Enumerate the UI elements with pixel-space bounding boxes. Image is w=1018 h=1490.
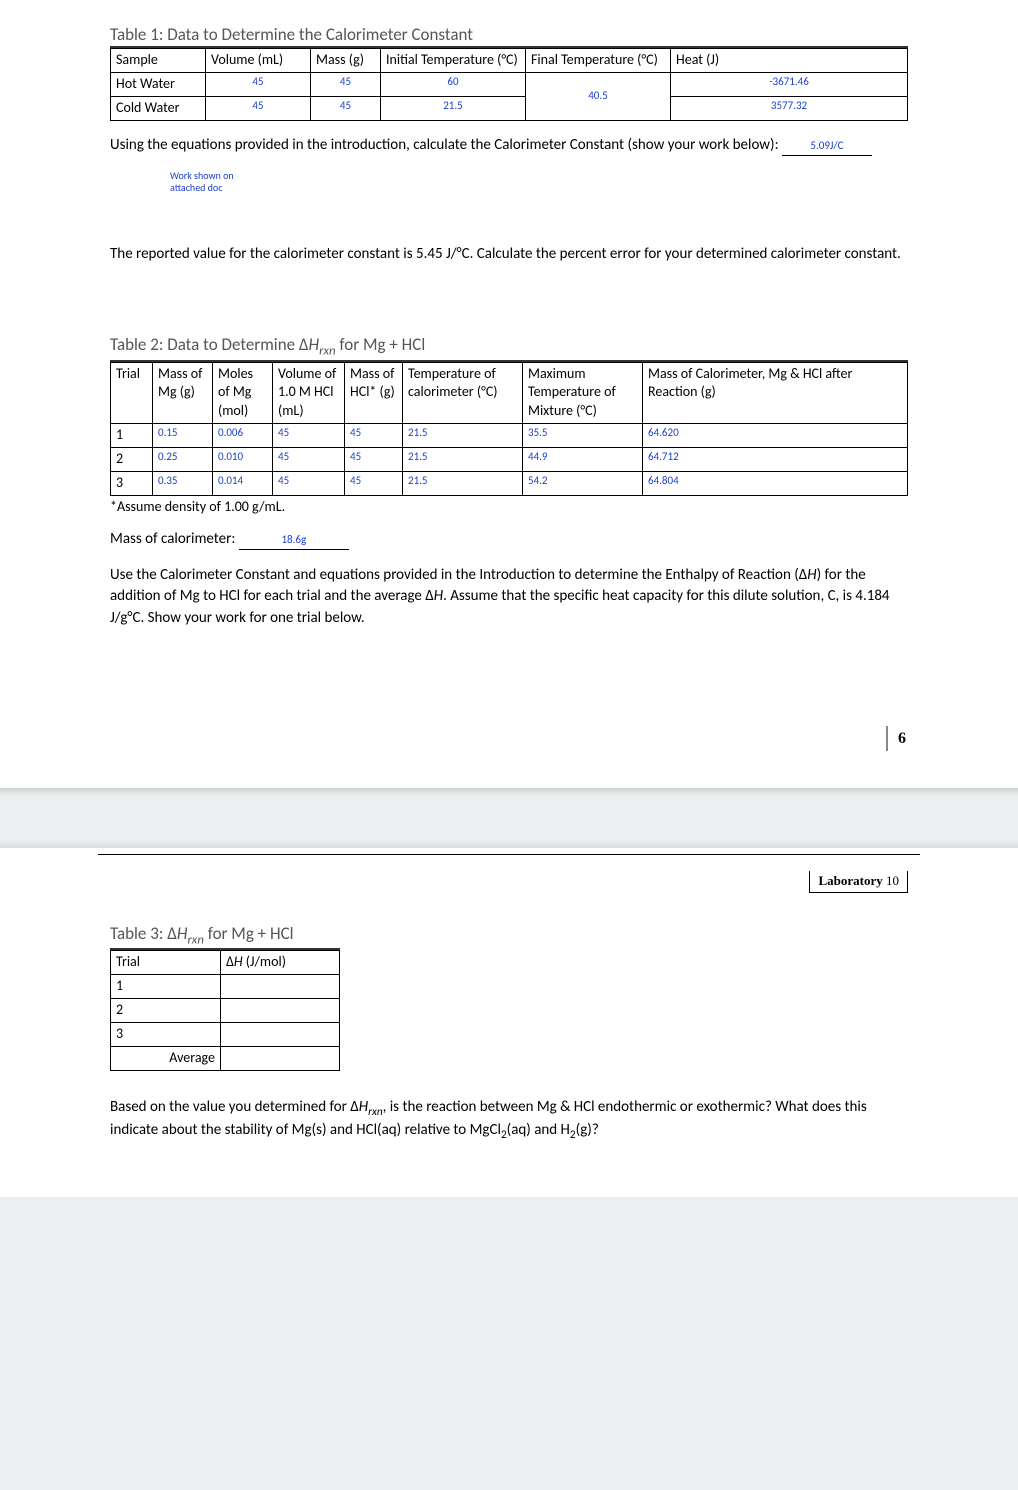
t3-r1-dh <box>221 999 340 1023</box>
table1-row-cold: Cold Water 45 45 21.5 3577.32 <box>111 96 908 120</box>
t2-r0-massAfter: 64.620 <box>643 424 908 448</box>
t2-r1-trial: 2 <box>111 448 153 472</box>
t1-r0-vol: 45 <box>206 72 311 96</box>
t2-r0-trial: 1 <box>111 424 153 448</box>
table2-caption: Table 2: Data to Determine ΔHrxn for Mg … <box>110 334 908 361</box>
q3-prompt: Use the Calorimeter Constant and equatio… <box>110 565 908 630</box>
t3-r0-trial: 1 <box>111 975 221 999</box>
table2-header-row: Trial Mass of Mg (g) Moles of Mg (mol) V… <box>111 362 908 424</box>
t2-r1-volHCl: 45 <box>273 448 345 472</box>
q1-prompt-text: Using the equations provided in the intr… <box>110 136 782 154</box>
t1-r1-mass: 45 <box>311 96 381 120</box>
table3-row-avg: Average <box>111 1046 340 1070</box>
t1-r1-ti: 21.5 <box>381 96 526 120</box>
table1-header-row: Sample Volume (mL) Mass (g) Initial Temp… <box>111 49 908 73</box>
t2-h-tCal: Temperature of calorimeter (°C) <box>403 362 523 424</box>
table3-row-3: 3 <box>111 1022 340 1046</box>
t3-avg-label: Average <box>111 1046 221 1070</box>
t2-r2-molMg: 0.014 <box>213 472 273 496</box>
lab-header: Laboratory 10 <box>110 869 908 893</box>
mass-cal: Mass of calorimeter: 18.6g <box>110 529 908 551</box>
t2-h-massHCl: Mass of HCl* (g) <box>345 362 403 424</box>
t1-h-mass: Mass (g) <box>311 49 381 73</box>
table2-row-2: 2 0.25 0.010 45 45 21.5 44.9 64.712 <box>111 448 908 472</box>
table1-caption: Table 1: Data to Determine the Calorimet… <box>110 24 908 48</box>
table3-row-2: 2 <box>111 999 340 1023</box>
q1-answer: 5.09J/C <box>782 138 872 156</box>
t2-r0-tCal: 21.5 <box>403 424 523 448</box>
page-1: Table 1: Data to Determine the Calorimet… <box>0 0 1018 788</box>
t2-r1-tMax: 44.9 <box>523 448 643 472</box>
t2-h-molMg: Moles of Mg (mol) <box>213 362 273 424</box>
t2-h-massAfter: Mass of Calorimeter, Mg & HCl after Reac… <box>643 362 908 424</box>
t1-r1-vol: 45 <box>206 96 311 120</box>
t1-r0-ti: 60 <box>381 72 526 96</box>
t2-r0-volHCl: 45 <box>273 424 345 448</box>
q4-prompt: Based on the value you determined for ΔH… <box>110 1097 908 1144</box>
t1-r0-sample: Hot Water <box>111 72 206 96</box>
table2-row-3: 3 0.35 0.014 45 45 21.5 54.2 64.804 <box>111 472 908 496</box>
t3-h-trial: Trial <box>111 951 221 975</box>
t2-h-tMax: Maximum Temperature of Mixture (°C) <box>523 362 643 424</box>
t2-r1-massAfter: 64.712 <box>643 448 908 472</box>
page-2: Laboratory 10 Table 3: ΔHrxn for Mg + HC… <box>0 848 1018 1197</box>
t2-r2-massMg: 0.35 <box>153 472 213 496</box>
table3-row-1: 1 <box>111 975 340 999</box>
t2-r0-massHCl: 45 <box>345 424 403 448</box>
t3-r2-dh <box>221 1022 340 1046</box>
t2-r1-massHCl: 45 <box>345 448 403 472</box>
t2-r1-massMg: 0.25 <box>153 448 213 472</box>
table3-header-row: Trial ΔH (J/mol) <box>111 951 340 975</box>
t3-h-dh: ΔH (J/mol) <box>221 951 340 975</box>
table2-row-1: 1 0.15 0.006 45 45 21.5 35.5 64.620 <box>111 424 908 448</box>
q1-prompt: Using the equations provided in the intr… <box>110 135 908 157</box>
table1: Sample Volume (mL) Mass (g) Initial Temp… <box>110 48 908 121</box>
t3-r1-trial: 2 <box>111 999 221 1023</box>
lab-header-num: 10 <box>886 873 899 888</box>
t3-r0-dh <box>221 975 340 999</box>
t2-r0-molMg: 0.006 <box>213 424 273 448</box>
mass-cal-value: 18.6g <box>239 532 349 550</box>
lab-header-bold: Laboratory <box>818 873 882 888</box>
t2-r2-tCal: 21.5 <box>403 472 523 496</box>
table1-row-hot: Hot Water 45 45 60 40.5 -3671.46 <box>111 72 908 96</box>
t1-h-heat: Heat (J) <box>671 49 908 73</box>
table2-footnote: *Assume density of 1.00 g/mL. <box>110 498 908 515</box>
t1-r0-heat: -3671.46 <box>671 72 908 96</box>
t3-avg-val <box>221 1046 340 1070</box>
t2-r0-tMax: 35.5 <box>523 424 643 448</box>
t1-r1-sample: Cold Water <box>111 96 206 120</box>
t1-tf-merged: 40.5 <box>526 72 671 120</box>
t2-r1-molMg: 0.010 <box>213 448 273 472</box>
q2-prompt: The reported value for the calorimeter c… <box>110 244 908 266</box>
t1-h-tf: Final Temperature (°C) <box>526 49 671 73</box>
mass-cal-label: Mass of calorimeter: <box>110 530 239 548</box>
t2-h-trial: Trial <box>111 362 153 424</box>
t2-r2-massAfter: 64.804 <box>643 472 908 496</box>
t2-r2-trial: 3 <box>111 472 153 496</box>
t2-r2-massHCl: 45 <box>345 472 403 496</box>
page-gap <box>0 788 1018 848</box>
q1-note: Work shown on attached doc <box>170 170 260 194</box>
t2-r2-tMax: 54.2 <box>523 472 643 496</box>
t2-r1-tCal: 21.5 <box>403 448 523 472</box>
table2: Trial Mass of Mg (g) Moles of Mg (mol) V… <box>110 362 908 496</box>
t1-r0-mass: 45 <box>311 72 381 96</box>
t1-h-vol: Volume (mL) <box>206 49 311 73</box>
page-number-value: 6 <box>886 726 908 751</box>
table3-caption: Table 3: ΔHrxn for Mg + HCl <box>110 923 340 950</box>
t1-r1-heat: 3577.32 <box>671 96 908 120</box>
t1-h-ti: Initial Temperature (°C) <box>381 49 526 73</box>
table3: Trial ΔH (J/mol) 1 2 3 Average <box>110 950 340 1070</box>
t1-h-sample: Sample <box>111 49 206 73</box>
t2-h-volHCl: Volume of 1.0 M HCl (mL) <box>273 362 345 424</box>
t2-h-massMg: Mass of Mg (g) <box>153 362 213 424</box>
t3-r2-trial: 3 <box>111 1022 221 1046</box>
t2-r2-volHCl: 45 <box>273 472 345 496</box>
t2-r0-massMg: 0.15 <box>153 424 213 448</box>
page-number: 6 <box>110 730 908 748</box>
